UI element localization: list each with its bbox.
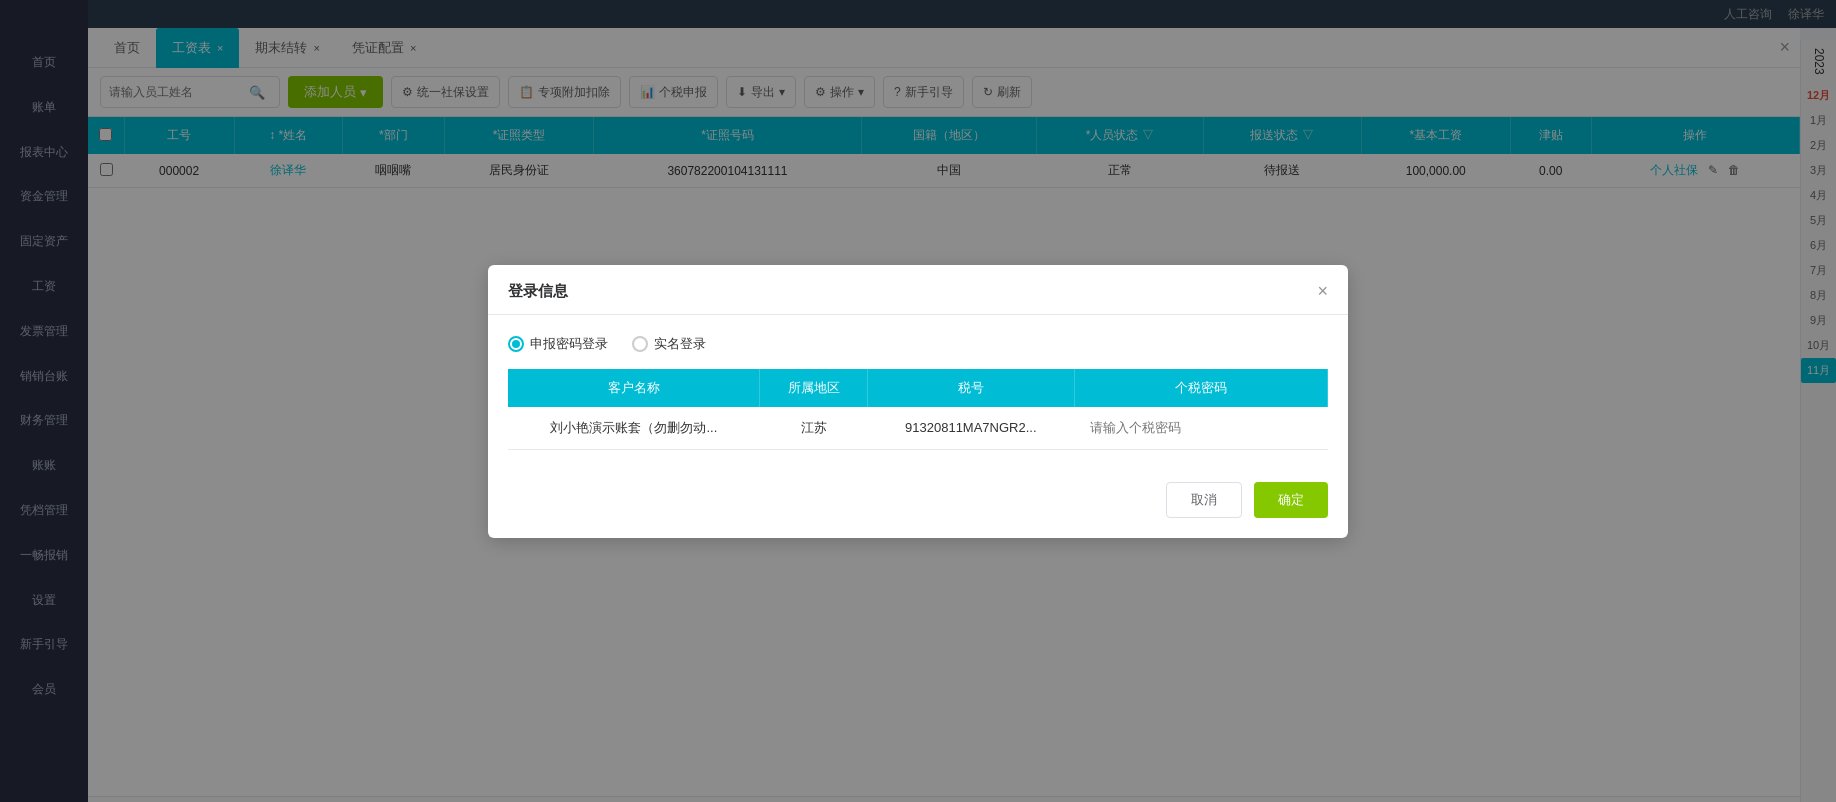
col-region: 所属地区 [760, 369, 868, 407]
modal-overlay: 登录信息 × 申报密码登录 实名登录 客户名称 [0, 0, 1836, 802]
col-tax-no: 税号 [867, 369, 1074, 407]
col-tax-password: 个税密码 [1074, 369, 1327, 407]
cell-client-name: 刘小艳演示账套（勿删勿动... [508, 407, 760, 450]
client-table: 客户名称 所属地区 税号 个税密码 刘小艳演示账套（勿删勿动... 江苏 913… [508, 369, 1328, 450]
cell-tax-password [1074, 407, 1327, 450]
dialog-title: 登录信息 [508, 282, 568, 301]
dialog-close-button[interactable]: × [1317, 281, 1328, 302]
radio-realname-login[interactable]: 实名登录 [632, 335, 706, 353]
login-dialog: 登录信息 × 申报密码登录 实名登录 客户名称 [488, 265, 1348, 538]
col-client-name: 客户名称 [508, 369, 760, 407]
dialog-body: 申报密码登录 实名登录 客户名称 所属地区 税号 个税密码 [488, 315, 1348, 470]
confirm-button[interactable]: 确定 [1254, 482, 1328, 518]
cell-tax-no: 91320811MA7NGR2... [867, 407, 1074, 450]
cancel-button[interactable]: 取消 [1166, 482, 1242, 518]
tax-password-input[interactable] [1090, 420, 1311, 435]
radio-password-login[interactable]: 申报密码登录 [508, 335, 608, 353]
login-type-radio-group: 申报密码登录 实名登录 [508, 335, 1328, 353]
dialog-footer: 取消 确定 [488, 470, 1348, 538]
client-table-row: 刘小艳演示账套（勿删勿动... 江苏 91320811MA7NGR2... [508, 407, 1328, 450]
radio-password-indicator [508, 336, 524, 352]
radio-password-label: 申报密码登录 [530, 335, 608, 353]
radio-realname-label: 实名登录 [654, 335, 706, 353]
radio-realname-indicator [632, 336, 648, 352]
cell-region: 江苏 [760, 407, 868, 450]
dialog-header: 登录信息 × [488, 265, 1348, 315]
